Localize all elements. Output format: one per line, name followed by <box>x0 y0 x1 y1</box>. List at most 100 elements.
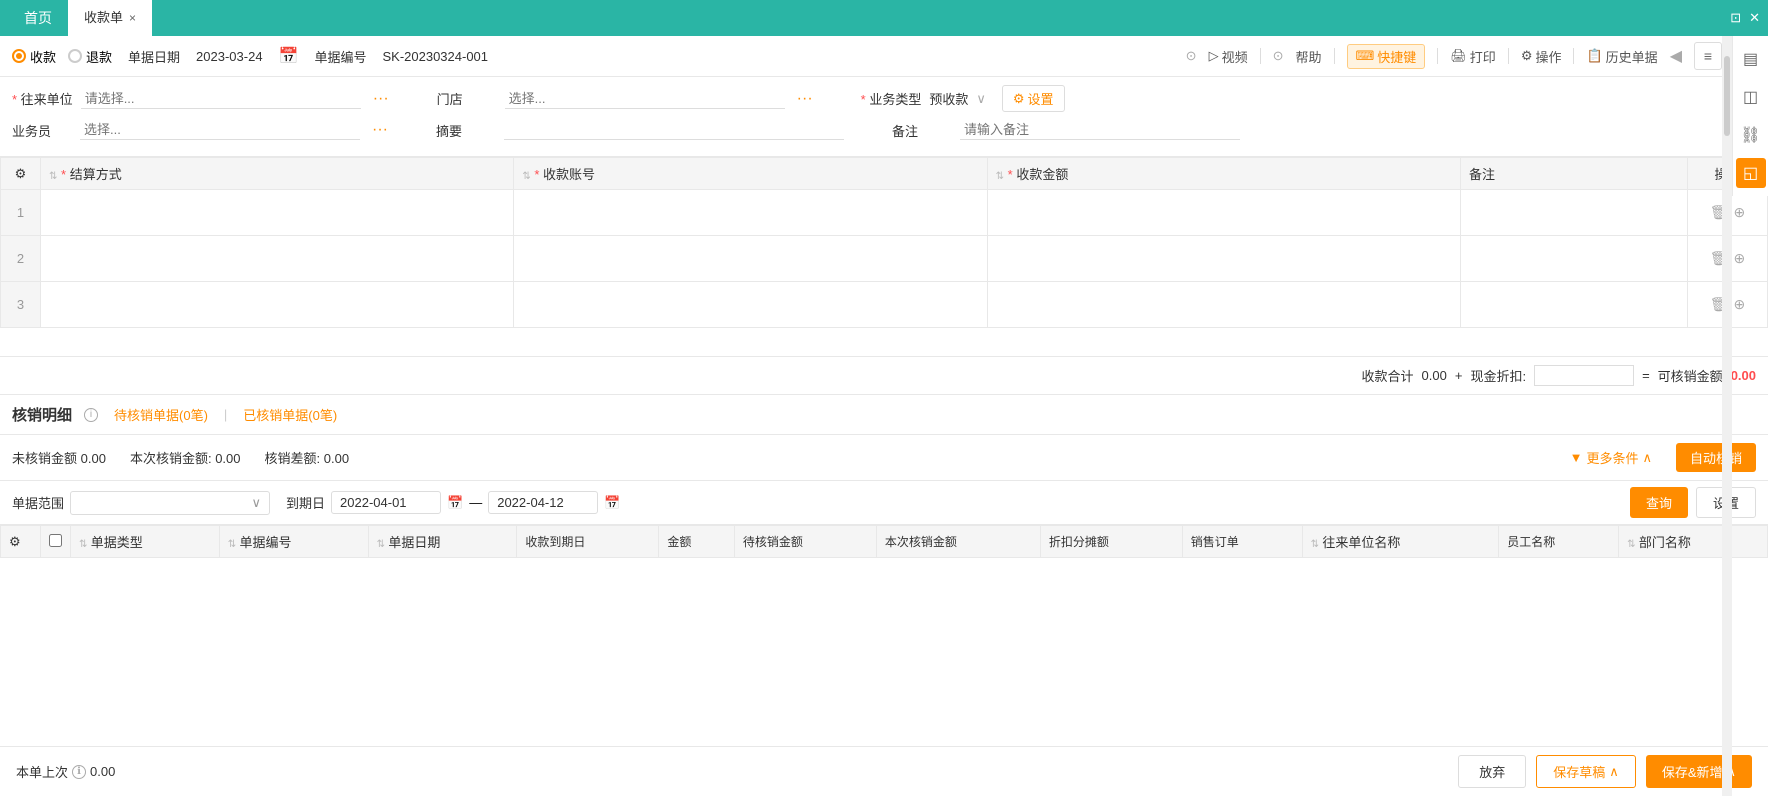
row-remark-3[interactable] <box>1460 282 1687 328</box>
total-label: 收款合计 <box>1362 366 1414 385</box>
save-draft-button[interactable]: 保存草稿 ∧ <box>1536 755 1636 788</box>
col-remark-header: 备注 <box>1460 158 1687 190</box>
close-window-icon[interactable]: ✕ <box>1749 10 1760 26</box>
calendar-from-icon[interactable]: 📅 <box>447 495 463 511</box>
copy-row-1-icon[interactable]: ⊕ <box>1734 204 1746 221</box>
staff-more-btn[interactable]: ··· <box>372 121 388 139</box>
stats-row: 未核销金额 0.00 本次核销金额: 0.00 核销差额: 0.00 ▼ 更多条… <box>0 435 1768 481</box>
row-account-2[interactable] <box>514 236 987 282</box>
footer-actions: 放弃 保存草稿 ∧ 保存&新增 ∧ <box>1458 755 1752 788</box>
remark-label: 备注 <box>892 121 952 140</box>
partner-input[interactable] <box>81 89 361 109</box>
row-amount-2[interactable] <box>987 236 1460 282</box>
sidebar-icon-4[interactable]: ◱ <box>1736 158 1766 188</box>
date-to-input[interactable] <box>488 491 598 514</box>
more-conditions-btn[interactable]: ▼ 更多条件 ∧ <box>1570 448 1652 467</box>
pending-tab[interactable]: 待核销单据(0笔) <box>110 403 212 426</box>
row-settle-2[interactable] <box>41 236 514 282</box>
select-all-checkbox[interactable] <box>49 534 62 547</box>
col-amount-header: 金额 <box>659 526 735 558</box>
auto-verification-btn[interactable]: 自动核销 <box>1676 443 1756 472</box>
save-draft-label: 保存草稿 <box>1553 762 1605 781</box>
range-label: 单据范围 <box>12 493 64 512</box>
print-btn[interactable]: 🖨 打印 <box>1450 47 1496 66</box>
row-amount-3[interactable] <box>987 282 1460 328</box>
verification-info-icon[interactable]: i <box>84 408 98 422</box>
col-dept-header: ⇅ 部门名称 <box>1619 526 1768 558</box>
radio-refund[interactable]: 退款 <box>68 47 112 66</box>
operation-btn[interactable]: ⚙ 操作 <box>1521 47 1562 66</box>
settings-icon2[interactable]: ⚙ <box>9 534 21 549</box>
footer: 本单上次 ℹ 0.00 放弃 保存草稿 ∧ 保存&新增 ∧ <box>0 746 1768 796</box>
receipt-type-radio-group: 收款 退款 <box>12 47 112 66</box>
row-remark-1[interactable] <box>1460 190 1687 236</box>
equals-sign: = <box>1642 368 1650 383</box>
discount-label: 现金折扣: <box>1470 366 1526 385</box>
row-account-1[interactable] <box>514 190 987 236</box>
tab-home[interactable]: 首页 <box>8 0 68 36</box>
date-filter: 到期日 📅 — 📅 <box>286 491 620 514</box>
receipt-table-container: ⚙ ⇅ 结算方式 ⇅ 收款账号 ⇅ 收款金额 备注 <box>0 157 1768 357</box>
shortcut-btn[interactable]: ⌨ 快捷键 <box>1347 44 1426 69</box>
date-separator: — <box>469 495 482 510</box>
copy-row-3-icon[interactable]: ⊕ <box>1734 296 1746 313</box>
tab-active[interactable]: 收款单 × <box>68 0 152 36</box>
remark-input[interactable] <box>960 120 1240 140</box>
partner-more-btn[interactable]: ··· <box>373 90 389 108</box>
history-btn[interactable]: 📋 历史单据 <box>1586 47 1657 66</box>
range-filter: 单据范围 ∨ <box>12 491 270 515</box>
staff-input[interactable] <box>80 120 360 140</box>
restore-icon[interactable]: ⊡ <box>1730 10 1741 26</box>
save-new-button[interactable]: 保存&新增 ∧ <box>1646 755 1752 788</box>
scrollbar-thumb[interactable] <box>1724 56 1730 136</box>
store-more-btn[interactable]: ··· <box>797 90 813 108</box>
abstract-input[interactable] <box>504 120 844 140</box>
radio-receipt-label: 收款 <box>30 47 56 66</box>
row-amount-1[interactable] <box>987 190 1460 236</box>
radio-receipt[interactable]: 收款 <box>12 47 56 66</box>
business-type-value: 预收款 <box>929 89 968 108</box>
settings-button[interactable]: ⚙ 设置 <box>1002 85 1065 112</box>
sidebar-icon-3[interactable]: ⛓ <box>1736 120 1766 150</box>
done-tab[interactable]: 已核销单据(0笔) <box>239 403 341 426</box>
tab-close-icon[interactable]: × <box>129 0 136 36</box>
chevron-up-icon: ∧ <box>1642 450 1652 466</box>
row-settle-3[interactable] <box>41 282 514 328</box>
video-btn[interactable]: ▷ 视频 <box>1209 47 1248 66</box>
col-doc-type-header: ⇅ 单据类型 <box>71 526 220 558</box>
copy-row-2-icon[interactable]: ⊕ <box>1734 250 1746 267</box>
help-btn[interactable]: 帮助 <box>1295 47 1321 66</box>
diff-stat: 核销差额: 0.00 <box>265 448 350 467</box>
calendar-to-icon[interactable]: 📅 <box>604 495 620 511</box>
header-right-controls: ⊙ ▷ 视频 ⊙ 帮助 ⌨ 快捷键 🖨 打印 ⚙ 操作 <box>1186 42 1756 70</box>
calendar-icon[interactable]: 📅 <box>279 46 299 66</box>
nav-prev-icon[interactable]: ◀ <box>1670 46 1682 66</box>
date-from-input[interactable] <box>331 491 441 514</box>
business-type-dropdown-icon[interactable]: ∨ <box>976 91 986 107</box>
row-remark-2[interactable] <box>1460 236 1687 282</box>
date-label: 单据日期 <box>128 47 180 66</box>
col-doc-date-header: ⇅ 单据日期 <box>368 526 517 558</box>
receipt-table: ⚙ ⇅ 结算方式 ⇅ 收款账号 ⇅ 收款金额 备注 <box>0 157 1768 328</box>
row-account-3[interactable] <box>514 282 987 328</box>
list-view-btn[interactable]: ≡ <box>1694 42 1722 70</box>
col-setting-header[interactable]: ⚙ <box>1 158 41 190</box>
row-settle-1[interactable] <box>41 190 514 236</box>
business-type-label: 业务类型 <box>861 89 922 108</box>
draft-arrow-icon: ∧ <box>1609 764 1619 780</box>
tab-bar: 首页 收款单 × ⊡ ✕ <box>0 0 1768 36</box>
header-bar: 收款 退款 单据日期 2023-03-24 📅 单据编号 SK-20230324… <box>0 36 1768 77</box>
range-select[interactable]: ∨ <box>70 491 270 515</box>
abandon-button[interactable]: 放弃 <box>1458 755 1526 788</box>
number-value: SK-20230324-001 <box>382 49 488 64</box>
sidebar-icon-2[interactable]: ◫ <box>1736 82 1766 112</box>
footer-info-icon[interactable]: ℹ <box>72 765 86 779</box>
sidebar-icon-1[interactable]: ▤ <box>1736 44 1766 74</box>
circle-icon: ⊙ <box>1186 48 1197 64</box>
discount-input[interactable] <box>1534 365 1634 386</box>
query-button[interactable]: 查询 <box>1630 487 1688 518</box>
divider2 <box>1334 48 1335 64</box>
store-input[interactable] <box>505 89 785 109</box>
tab-divider: | <box>224 407 227 422</box>
operation-icon: ⚙ <box>1521 48 1533 64</box>
